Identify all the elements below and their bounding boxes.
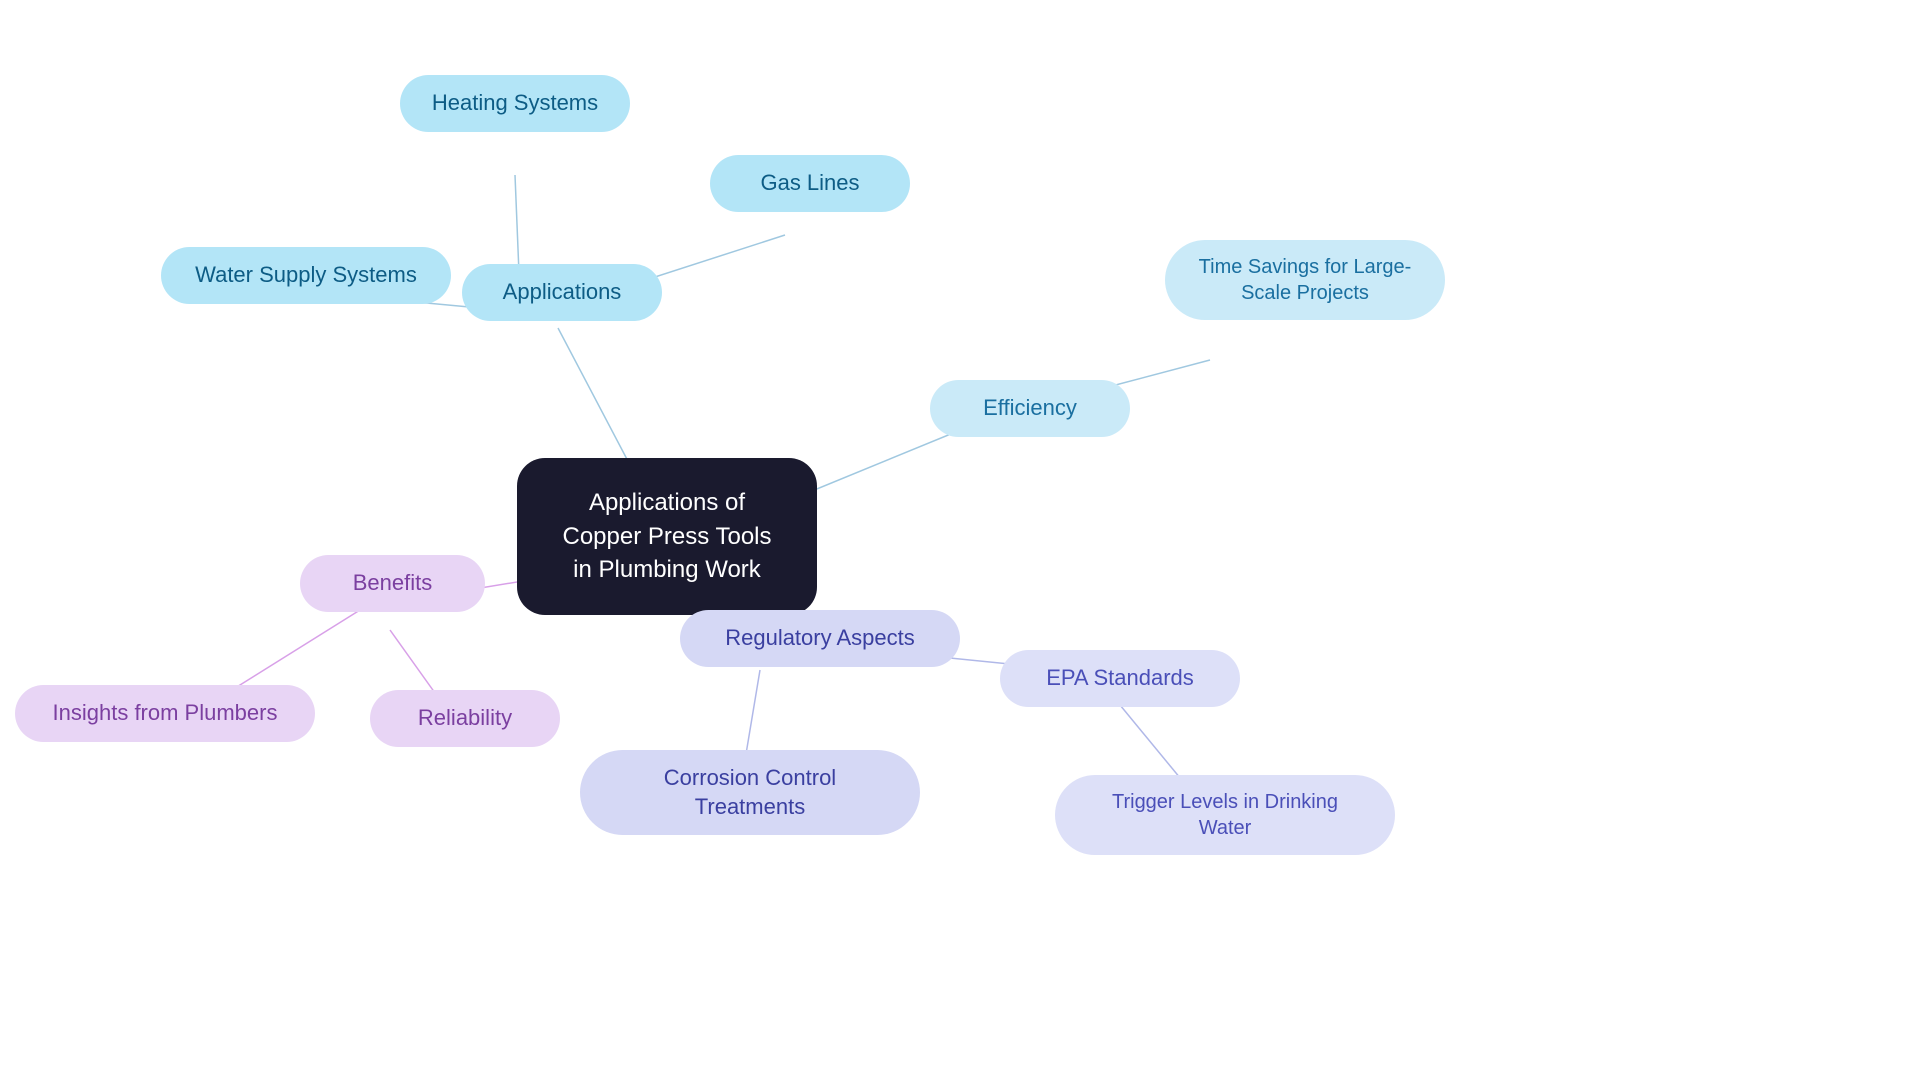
efficiency-node: Efficiency <box>930 380 1130 437</box>
trigger-levels-node: Trigger Levels in Drinking Water <box>1055 775 1395 855</box>
time-savings-node: Time Savings for Large-Scale Projects <box>1165 240 1445 320</box>
center-node: Applications of Copper Press Tools in Pl… <box>517 458 817 615</box>
applications-node: Applications <box>462 264 662 321</box>
gas-lines-node: Gas Lines <box>710 155 910 212</box>
regulatory-aspects-node: Regulatory Aspects <box>680 610 960 667</box>
reliability-node: Reliability <box>370 690 560 747</box>
epa-standards-node: EPA Standards <box>1000 650 1240 707</box>
water-supply-node: Water Supply Systems <box>161 247 451 304</box>
corrosion-control-node: Corrosion Control Treatments <box>580 750 920 835</box>
heating-systems-node: Heating Systems <box>400 75 630 132</box>
benefits-node: Benefits <box>300 555 485 612</box>
insights-node: Insights from Plumbers <box>15 685 315 742</box>
